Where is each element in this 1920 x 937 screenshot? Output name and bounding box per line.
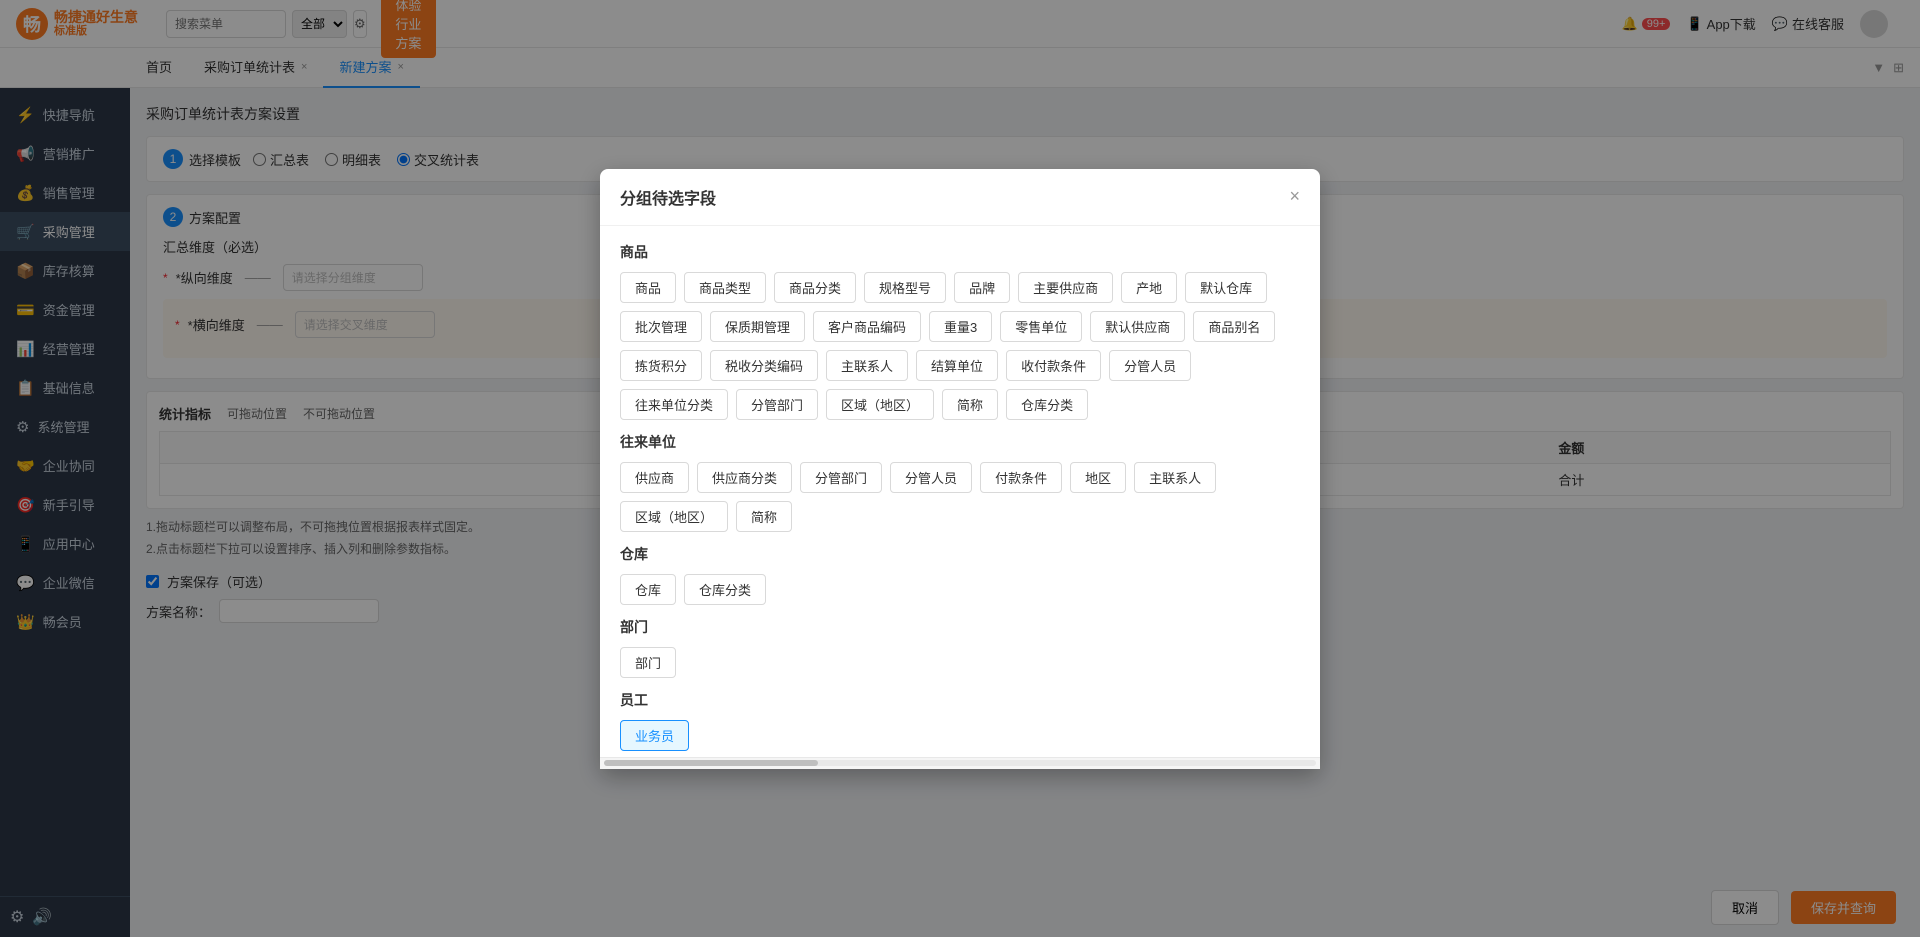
tag-partner-person[interactable]: 分管人员 xyxy=(890,462,972,493)
modal-close-button[interactable]: × xyxy=(1289,186,1300,207)
section-goods-title: 商品 xyxy=(620,242,1300,262)
section-warehouse-tags: 仓库 仓库分类 xyxy=(620,574,1300,605)
tag-main-contact2[interactable]: 主联系人 xyxy=(1134,462,1216,493)
section-dept-tags: 部门 xyxy=(620,647,1300,678)
tag-warehouse-cat[interactable]: 仓库分类 xyxy=(684,574,766,605)
tag-goods-alias[interactable]: 商品别名 xyxy=(1193,311,1275,342)
tag-goods[interactable]: 商品 xyxy=(620,272,676,303)
tag-customer-code[interactable]: 客户商品编码 xyxy=(813,311,921,342)
tag-warehouse-category[interactable]: 仓库分类 xyxy=(1006,389,1088,420)
tag-origin[interactable]: 产地 xyxy=(1121,272,1177,303)
modal-title: 分组待选字段 xyxy=(620,185,716,209)
section-dept-title: 部门 xyxy=(620,617,1300,637)
tag-tax-code[interactable]: 税收分类编码 xyxy=(710,350,818,381)
tag-payment-cond[interactable]: 付款条件 xyxy=(980,462,1062,493)
tag-partner-dept[interactable]: 分管部门 xyxy=(800,462,882,493)
tag-supervisor[interactable]: 分管人员 xyxy=(1109,350,1191,381)
section-partner-title: 往来单位 xyxy=(620,432,1300,452)
tag-region[interactable]: 地区 xyxy=(1070,462,1126,493)
tag-region-area[interactable]: 区域（地区） xyxy=(826,389,934,420)
tag-partner-category[interactable]: 往来单位分类 xyxy=(620,389,728,420)
modal-dialog: 分组待选字段 × 商品 商品 商品类型 商品分类 规格型号 品牌 主要供应商 产… xyxy=(600,169,1320,769)
tag-main-contact[interactable]: 主联系人 xyxy=(826,350,908,381)
tag-supplier-category[interactable]: 供应商分类 xyxy=(697,462,792,493)
section-employee-tags: 业务员 xyxy=(620,720,1300,751)
modal-body[interactable]: 商品 商品 商品类型 商品分类 规格型号 品牌 主要供应商 产地 默认仓库 批次… xyxy=(600,226,1320,758)
section-warehouse-title: 仓库 xyxy=(620,544,1300,564)
tag-default-warehouse[interactable]: 默认仓库 xyxy=(1185,272,1267,303)
tag-weight3[interactable]: 重量3 xyxy=(929,311,992,342)
tag-settlement-unit[interactable]: 结算单位 xyxy=(916,350,998,381)
tag-region-area2[interactable]: 区域（地区） xyxy=(620,501,728,532)
tag-goods-type[interactable]: 商品类型 xyxy=(684,272,766,303)
tag-warehouse[interactable]: 仓库 xyxy=(620,574,676,605)
tag-salesperson[interactable]: 业务员 xyxy=(620,720,689,751)
modal-overlay: 分组待选字段 × 商品 商品 商品类型 商品分类 规格型号 品牌 主要供应商 产… xyxy=(0,0,1920,937)
tag-short-name[interactable]: 简称 xyxy=(942,389,998,420)
tag-expiry-mgmt[interactable]: 保质期管理 xyxy=(710,311,805,342)
modal-header: 分组待选字段 × xyxy=(600,169,1320,226)
section-goods-tags: 商品 商品类型 商品分类 规格型号 品牌 主要供应商 产地 默认仓库 批次管理 … xyxy=(620,272,1300,420)
tag-main-supplier[interactable]: 主要供应商 xyxy=(1018,272,1113,303)
tag-batch-mgmt[interactable]: 批次管理 xyxy=(620,311,702,342)
modal-hscroll[interactable] xyxy=(600,757,1320,768)
tag-brand[interactable]: 品牌 xyxy=(954,272,1010,303)
tag-retail-unit[interactable]: 零售单位 xyxy=(1000,311,1082,342)
tag-default-supplier[interactable]: 默认供应商 xyxy=(1090,311,1185,342)
tag-short-name2[interactable]: 简称 xyxy=(736,501,792,532)
tag-dept[interactable]: 部门 xyxy=(620,647,676,678)
hscroll-thumb xyxy=(604,760,818,766)
tag-goods-category[interactable]: 商品分类 xyxy=(774,272,856,303)
tag-spec-model[interactable]: 规格型号 xyxy=(864,272,946,303)
tag-pick-points[interactable]: 拣货积分 xyxy=(620,350,702,381)
tag-dept-managed[interactable]: 分管部门 xyxy=(736,389,818,420)
tag-supplier[interactable]: 供应商 xyxy=(620,462,689,493)
hscroll-track xyxy=(604,760,1316,766)
tag-payment-terms[interactable]: 收付款条件 xyxy=(1006,350,1101,381)
section-partner-tags: 供应商 供应商分类 分管部门 分管人员 付款条件 地区 主联系人 区域（地区） … xyxy=(620,462,1300,532)
section-employee-title: 员工 xyxy=(620,690,1300,710)
